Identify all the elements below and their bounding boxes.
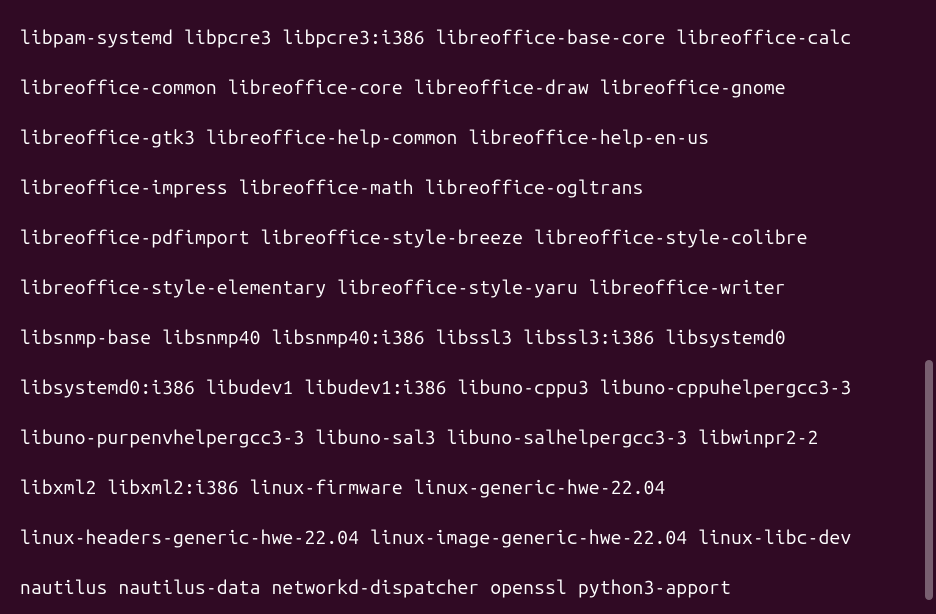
package-line: libreoffice-impress libreoffice-math lib…: [0, 175, 920, 200]
package-line: libreoffice-gtk3 libreoffice-help-common…: [0, 125, 920, 150]
package-line: linux-headers-generic-hwe-22.04 linux-im…: [0, 525, 920, 550]
package-line: libxml2 libxml2:i386 linux-firmware linu…: [0, 475, 920, 500]
package-line: libsystemd0:i386 libudev1 libudev1:i386 …: [0, 375, 920, 400]
package-line: nautilus nautilus-data networkd-dispatch…: [0, 575, 920, 600]
package-line: libreoffice-common libreoffice-core libr…: [0, 75, 920, 100]
scrollbar-thumb[interactable]: [925, 360, 933, 600]
package-line: libpam-systemd libpcre3 libpcre3:i386 li…: [0, 25, 920, 50]
terminal-output[interactable]: libpam-systemd libpcre3 libpcre3:i386 li…: [0, 0, 920, 614]
scrollbar-track[interactable]: [922, 0, 936, 614]
package-line: libsnmp-base libsnmp40 libsnmp40:i386 li…: [0, 325, 920, 350]
package-line: libreoffice-style-elementary libreoffice…: [0, 275, 920, 300]
package-line: libreoffice-pdfimport libreoffice-style-…: [0, 225, 920, 250]
package-line: libuno-purpenvhelpergcc3-3 libuno-sal3 l…: [0, 425, 920, 450]
